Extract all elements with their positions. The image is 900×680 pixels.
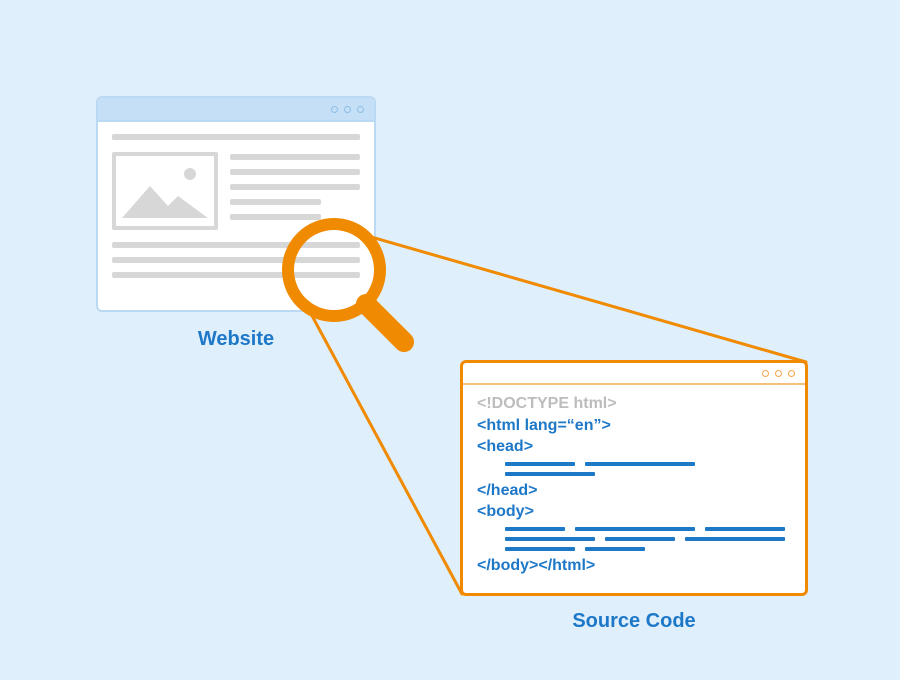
- code-line-close: </body></html>: [477, 555, 791, 577]
- placeholder-line: [230, 154, 360, 160]
- placeholder-line: [230, 214, 321, 220]
- window-control-dot-icon: [775, 370, 782, 377]
- code-placeholder-lines: [477, 458, 791, 480]
- code-body-close: </body>: [477, 557, 538, 574]
- placeholder-line: [112, 257, 360, 263]
- website-body: [98, 122, 374, 290]
- code-line-head-close: </head>: [477, 480, 791, 502]
- code-placeholder-lines: [477, 523, 791, 555]
- window-control-dot-icon: [331, 106, 338, 113]
- website-titlebar: [98, 98, 374, 122]
- window-control-dot-icon: [357, 106, 364, 113]
- website-caption: Website: [96, 328, 376, 351]
- source-code-window: <!DOCTYPE html> <html lang=“en”> <head> …: [460, 360, 808, 596]
- website-window: [96, 96, 376, 312]
- placeholder-line: [112, 272, 360, 278]
- window-control-dot-icon: [788, 370, 795, 377]
- placeholder-line: [112, 242, 360, 248]
- placeholder-text-block: [230, 152, 360, 230]
- placeholder-text-block: [112, 242, 360, 278]
- window-control-dot-icon: [344, 106, 351, 113]
- source-titlebar: [463, 363, 805, 385]
- placeholder-line: [112, 134, 360, 140]
- code-html-close: </html>: [538, 557, 595, 574]
- placeholder-line: [230, 199, 321, 205]
- source-code-caption: Source Code: [460, 610, 808, 633]
- image-placeholder-icon: [112, 152, 218, 230]
- source-code-body: <!DOCTYPE html> <html lang=“en”> <head> …: [463, 385, 805, 587]
- placeholder-line: [230, 169, 360, 175]
- window-control-dot-icon: [762, 370, 769, 377]
- code-line-doctype: <!DOCTYPE html>: [477, 393, 791, 415]
- placeholder-line: [230, 184, 360, 190]
- code-line-html-open: <html lang=“en”>: [477, 415, 791, 437]
- code-line-body-open: <body>: [477, 501, 791, 523]
- code-line-head-open: <head>: [477, 436, 791, 458]
